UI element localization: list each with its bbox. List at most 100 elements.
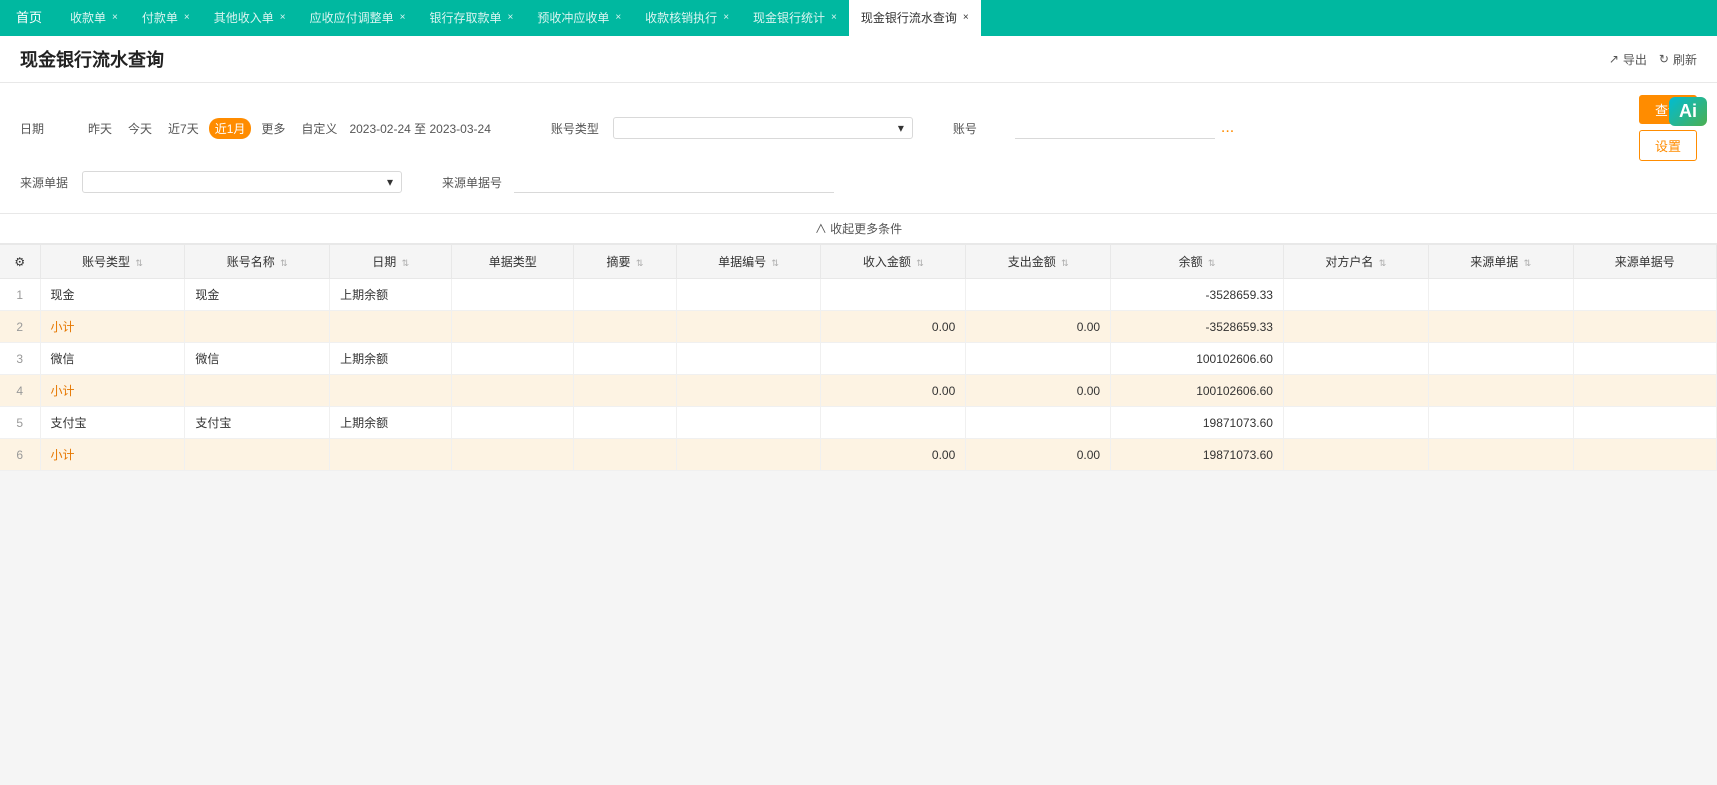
table-row: 1现金现金上期余额-3528659.33 (0, 279, 1717, 311)
th-account-name[interactable]: 账号名称 ⇅ (185, 245, 330, 279)
data-table: ⚙ 账号类型 ⇅ 账号名称 ⇅ 日期 ⇅ 单据类型 摘要 (0, 244, 1717, 471)
account-input[interactable] (1015, 118, 1215, 139)
date-yesterday[interactable]: 昨天 (82, 118, 118, 139)
table-header-row: ⚙ 账号类型 ⇅ 账号名称 ⇅ 日期 ⇅ 单据类型 摘要 (0, 245, 1717, 279)
th-settings[interactable]: ⚙ (0, 245, 40, 279)
table-cell: 0.00 (966, 439, 1111, 471)
table-row: 3微信微信上期余额100102606.60 (0, 343, 1717, 375)
date-range-display: 2023-02-24 至 2023-03-24 (349, 120, 490, 137)
date-today[interactable]: 今天 (122, 118, 158, 139)
th-date[interactable]: 日期 ⇅ (330, 245, 452, 279)
refresh-button[interactable]: ↻ 刷新 (1659, 51, 1697, 68)
table-row: 2小计0.000.00-3528659.33 (0, 311, 1717, 343)
table-cell: 1 (0, 279, 40, 311)
table-cell: 小计 (40, 439, 185, 471)
source-doc-label: 来源单据 (20, 174, 70, 191)
collapse-label: 收起更多条件 (830, 222, 902, 236)
table-cell (1573, 375, 1716, 407)
table-cell (452, 375, 574, 407)
table-cell (574, 279, 676, 311)
column-settings-icon[interactable]: ⚙ (14, 255, 25, 269)
table-cell (966, 343, 1111, 375)
close-payments-icon[interactable]: × (184, 0, 190, 36)
account-type-dropdown-icon: ▾ (898, 121, 904, 135)
source-doc-filter-item: 来源单据 ▾ (20, 171, 402, 193)
th-counterparty[interactable]: 对方户名 ⇅ (1283, 245, 1428, 279)
table-cell (821, 279, 966, 311)
tab-payments[interactable]: 付款单 × (130, 0, 202, 36)
table-cell (676, 439, 821, 471)
source-doc-no-input[interactable] (514, 172, 834, 193)
close-advance-offset-icon[interactable]: × (615, 0, 621, 36)
tab-cash-bank-stats[interactable]: 现金银行统计 × (741, 0, 849, 36)
tab-ar-ap-adjust[interactable]: 应收应付调整单 × (298, 0, 418, 36)
table-row: 4小计0.000.00100102606.60 (0, 375, 1717, 407)
account-ellipsis-button[interactable]: ... (1221, 119, 1234, 136)
th-summary[interactable]: 摘要 ⇅ (574, 245, 676, 279)
sort-income-icon: ⇅ (916, 258, 924, 269)
header-actions: ↗ 导出 ↻ 刷新 (1609, 51, 1697, 68)
table-cell: 0.00 (966, 375, 1111, 407)
date-1month[interactable]: 近1月 (209, 118, 252, 139)
sort-date-icon: ⇅ (402, 258, 410, 269)
sort-summary-icon: ⇅ (636, 258, 644, 269)
table-cell: -3528659.33 (1111, 279, 1284, 311)
table-cell (966, 407, 1111, 439)
th-income[interactable]: 收入金额 ⇅ (821, 245, 966, 279)
date-7days[interactable]: 近7天 (162, 118, 205, 139)
close-ar-ap-adjust-icon[interactable]: × (400, 0, 406, 36)
tab-bank-deposit[interactable]: 银行存取款单 × (417, 0, 525, 36)
th-doc-type[interactable]: 单据类型 (452, 245, 574, 279)
date-filter-item: 日期 昨天 今天 近7天 近1月 更多 自定义 (20, 118, 343, 139)
date-label: 日期 (20, 120, 70, 137)
page-header: 现金银行流水查询 ↗ 导出 ↻ 刷新 (0, 36, 1717, 83)
th-source-doc[interactable]: 来源单据 ⇅ (1428, 245, 1573, 279)
table-cell (1428, 375, 1573, 407)
table-cell (676, 407, 821, 439)
source-doc-select[interactable]: ▾ (82, 171, 402, 193)
close-cash-bank-stats-icon[interactable]: × (831, 0, 837, 36)
table-cell: 100102606.60 (1111, 343, 1284, 375)
table-cell (1283, 311, 1428, 343)
export-button[interactable]: ↗ 导出 (1609, 51, 1647, 68)
table-cell: 支付宝 (185, 407, 330, 439)
refresh-icon: ↻ (1659, 52, 1669, 66)
home-tab[interactable]: 首页 (0, 0, 58, 36)
tab-other-income[interactable]: 其他收入单 × (202, 0, 298, 36)
th-doc-no[interactable]: 单据编号 ⇅ (676, 245, 821, 279)
table-cell (676, 375, 821, 407)
close-other-income-icon[interactable]: × (280, 0, 286, 36)
close-bank-deposit-icon[interactable]: × (507, 0, 513, 36)
close-cash-bank-flow-icon[interactable]: × (963, 0, 969, 36)
tab-receipt-verify[interactable]: 收款核销执行 × (633, 0, 741, 36)
table-cell (1283, 343, 1428, 375)
table-cell: 5 (0, 407, 40, 439)
tab-receipts[interactable]: 收款单 × (58, 0, 130, 36)
sort-source-doc-icon: ⇅ (1524, 258, 1532, 269)
sort-balance-icon: ⇅ (1208, 258, 1216, 269)
table-cell (452, 343, 574, 375)
table-cell (185, 439, 330, 471)
th-source-doc-no[interactable]: 来源单据号 (1573, 245, 1716, 279)
ai-badge[interactable]: Ai (1669, 97, 1707, 126)
th-account-type[interactable]: 账号类型 ⇅ (40, 245, 185, 279)
th-balance[interactable]: 余额 ⇅ (1111, 245, 1284, 279)
date-custom[interactable]: 自定义 (295, 118, 343, 139)
collapse-bar[interactable]: ∧ 收起更多条件 (0, 214, 1717, 244)
table-cell: 19871073.60 (1111, 439, 1284, 471)
account-type-label: 账号类型 (551, 120, 601, 137)
close-receipts-icon[interactable]: × (112, 0, 118, 36)
table-cell (1283, 375, 1428, 407)
collapse-icon: ∧ (815, 222, 830, 236)
table-cell (1428, 407, 1573, 439)
tab-advance-offset[interactable]: 预收冲应收单 × (525, 0, 633, 36)
date-more[interactable]: 更多 (255, 118, 291, 139)
account-type-select[interactable]: ▾ (613, 117, 913, 139)
table-cell: 0.00 (966, 311, 1111, 343)
table-cell (1573, 343, 1716, 375)
filter-row-1: 日期 昨天 今天 近7天 近1月 更多 自定义 2023-02-24 至 202… (20, 95, 1697, 161)
th-expense[interactable]: 支出金额 ⇅ (966, 245, 1111, 279)
tab-cash-bank-flow[interactable]: 现金银行流水查询 × (849, 0, 981, 36)
close-receipt-verify-icon[interactable]: × (723, 0, 729, 36)
settings-button[interactable]: 设置 (1639, 130, 1697, 161)
